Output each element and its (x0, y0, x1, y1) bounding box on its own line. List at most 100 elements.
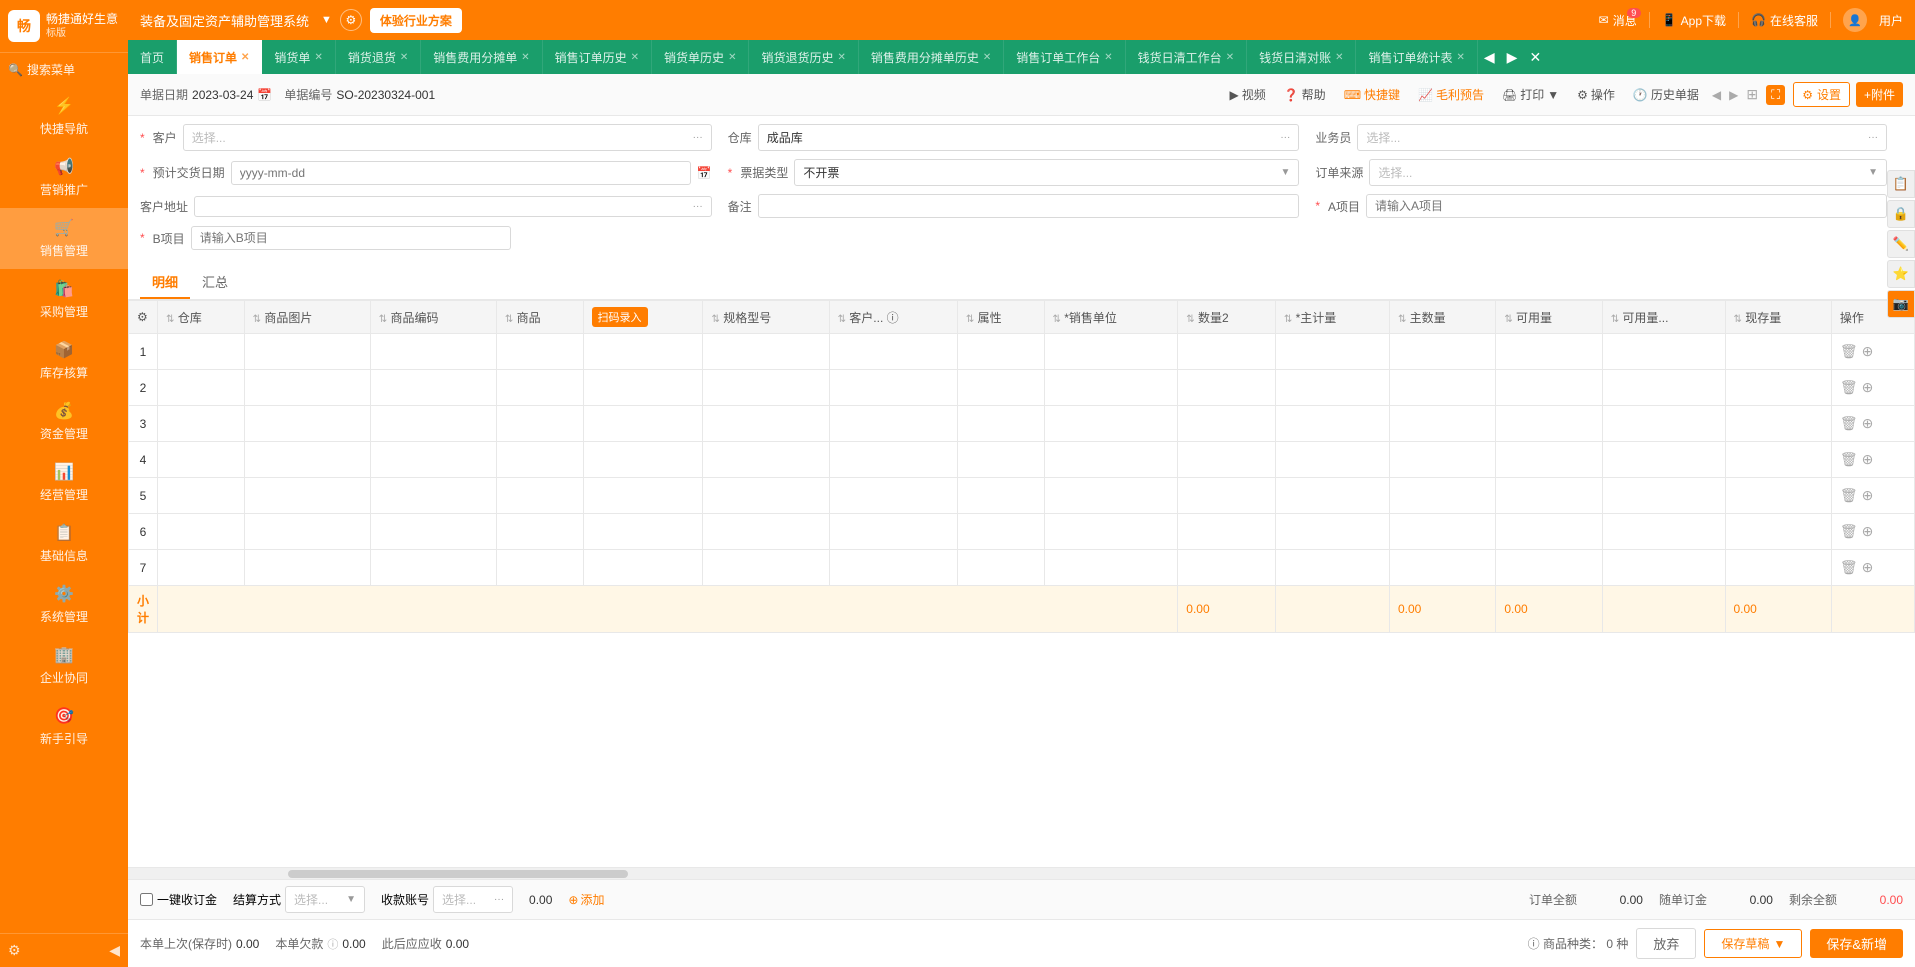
row-current-stock[interactable] (1725, 514, 1831, 550)
row-qty2[interactable] (1178, 406, 1276, 442)
th-settings[interactable]: ⚙ (129, 301, 158, 334)
system-dropdown-button[interactable]: ▼ (321, 14, 332, 26)
row-delete-icon[interactable]: 🗑 (1840, 523, 1858, 540)
row-available2[interactable] (1602, 478, 1725, 514)
th-product[interactable]: ⇅ 商品 (496, 301, 583, 334)
row-product[interactable] (496, 478, 583, 514)
row-warehouse[interactable] (158, 442, 245, 478)
save-draft-button[interactable]: 保存草稿 ▼ (1704, 929, 1802, 958)
add-link[interactable]: ⊕ 添加 (568, 891, 604, 908)
row-current-stock[interactable] (1725, 550, 1831, 586)
tab-close-return-history[interactable]: ✕ (837, 52, 845, 63)
view-video-button[interactable]: ▶ 视频 (1224, 84, 1270, 105)
sidebar-item-guide[interactable]: 🎯 新手引导 (0, 696, 128, 757)
row-product-code[interactable] (370, 370, 496, 406)
row-customer-code[interactable] (829, 514, 957, 550)
th-available[interactable]: ⇅ 可用量 (1496, 301, 1602, 334)
th-product-img[interactable]: ⇅ 商品图片 (244, 301, 370, 334)
row-available2[interactable] (1602, 442, 1725, 478)
row-attrs[interactable] (957, 370, 1044, 406)
right-panel-icon-4[interactable]: ⭐ (1887, 260, 1915, 288)
th-main-unit[interactable]: ⇅ *主计量 (1275, 301, 1389, 334)
tab-close-daily-reconcile[interactable]: ✕ (1335, 52, 1343, 63)
payment-method-expand[interactable]: ▼ (346, 894, 356, 905)
sidebar-item-marketing[interactable]: 📢 营销推广 (0, 147, 128, 208)
tab-sales-shipment[interactable]: 销货单 ✕ (262, 40, 335, 74)
shortcut-button[interactable]: ⌨ 快捷键 (1339, 84, 1405, 105)
row-available2[interactable] (1602, 406, 1725, 442)
save-draft-dropdown-icon[interactable]: ▼ (1773, 937, 1785, 951)
history-docs-button[interactable]: 🕐 历史单据 (1628, 84, 1704, 105)
th-qty2[interactable]: ⇅ 数量2 (1178, 301, 1276, 334)
salesman-select[interactable]: 选择... ··· (1357, 124, 1887, 151)
row-main-unit[interactable] (1275, 406, 1389, 442)
print-dropdown-icon[interactable]: ▼ (1547, 88, 1559, 102)
th-available2[interactable]: ⇅ 可用量... (1602, 301, 1725, 334)
credit-info-icon[interactable]: ⓘ (327, 936, 338, 952)
row-unit[interactable] (1044, 442, 1178, 478)
salesman-ellipsis[interactable]: ··· (1868, 132, 1878, 143)
app-download-link[interactable]: 📱 App下载 (1662, 12, 1726, 29)
row-available2[interactable] (1602, 514, 1725, 550)
save-new-button[interactable]: 保存&新增 (1810, 929, 1903, 958)
tab-daily-clear-workbench[interactable]: 钱货日清工作台 ✕ (1126, 40, 1247, 74)
row-product[interactable] (496, 442, 583, 478)
row-product[interactable] (496, 334, 583, 370)
row-delete-icon[interactable]: 🗑 (1840, 559, 1858, 576)
row-attrs[interactable] (957, 442, 1044, 478)
row-unit[interactable] (1044, 514, 1178, 550)
row-spec[interactable] (703, 514, 829, 550)
sidebar-item-finance[interactable]: 💰 资金管理 (0, 391, 128, 452)
right-panel-icon-2[interactable]: 🔒 (1887, 200, 1915, 228)
row-product[interactable] (496, 370, 583, 406)
collapse-sidebar-icon[interactable]: ◀ (109, 942, 120, 959)
row-warehouse[interactable] (158, 478, 245, 514)
settings-top-button[interactable]: ⚙ 设置 (1793, 82, 1850, 107)
row-warehouse[interactable] (158, 370, 245, 406)
th-attrs[interactable]: ⇅ 属性 (957, 301, 1044, 334)
one-click-checkbox[interactable] (140, 893, 153, 906)
row-warehouse[interactable] (158, 406, 245, 442)
row-main-qty[interactable] (1389, 478, 1495, 514)
row-copy-icon[interactable]: ⊕ (1862, 415, 1874, 432)
row-unit[interactable] (1044, 370, 1178, 406)
row-customer-code[interactable] (829, 406, 957, 442)
tab-more-button[interactable]: ✕ (1523, 40, 1547, 74)
tab-sales-summary[interactable]: 销售订单统计表 ✕ (1356, 40, 1477, 74)
th-main-qty[interactable]: ⇅ 主数量 (1389, 301, 1495, 334)
sidebar-item-sales[interactable]: 🛒 销售管理 (0, 208, 128, 269)
row-warehouse[interactable] (158, 334, 245, 370)
row-copy-icon[interactable]: ⊕ (1862, 343, 1874, 360)
row-available[interactable] (1496, 514, 1602, 550)
order-source-expand-icon[interactable]: ▼ (1868, 167, 1878, 178)
tab-close-daily-clear-workbench[interactable]: ✕ (1226, 52, 1234, 63)
table-scroll-bar[interactable] (128, 867, 1915, 879)
settings-bottom-icon[interactable]: ⚙ (8, 942, 21, 959)
invoice-type-expand-icon[interactable]: ▼ (1280, 167, 1290, 178)
right-panel-icon-3[interactable]: ✏️ (1887, 230, 1915, 258)
payment-method-select[interactable]: 选择... ▼ (285, 886, 365, 913)
tab-summary[interactable]: 汇总 (190, 266, 240, 299)
row-main-qty[interactable] (1389, 442, 1495, 478)
row-unit[interactable] (1044, 334, 1178, 370)
row-available[interactable] (1496, 370, 1602, 406)
row-qty2[interactable] (1178, 442, 1276, 478)
row-main-unit[interactable] (1275, 370, 1389, 406)
date-picker-icon[interactable]: 📅 (697, 166, 712, 180)
sidebar-item-purchase[interactable]: 🛍️ 采购管理 (0, 269, 128, 330)
row-qty2[interactable] (1178, 334, 1276, 370)
row-attrs[interactable] (957, 406, 1044, 442)
row-product[interactable] (496, 406, 583, 442)
row-warehouse[interactable] (158, 514, 245, 550)
row-qty2[interactable] (1178, 478, 1276, 514)
sidebar-item-enterprise[interactable]: 🏢 企业协同 (0, 635, 128, 696)
nav-next-icon[interactable]: ▶ (1729, 88, 1738, 102)
row-available[interactable] (1496, 334, 1602, 370)
tab-return-history[interactable]: 销货退货历史 ✕ (749, 40, 858, 74)
row-main-qty[interactable] (1389, 334, 1495, 370)
row-customer-code[interactable] (829, 478, 957, 514)
tab-shipment-history[interactable]: 销货单历史 ✕ (652, 40, 749, 74)
row-current-stock[interactable] (1725, 370, 1831, 406)
th-current-stock[interactable]: ⇅ 现存量 (1725, 301, 1831, 334)
row-product-code[interactable] (370, 514, 496, 550)
